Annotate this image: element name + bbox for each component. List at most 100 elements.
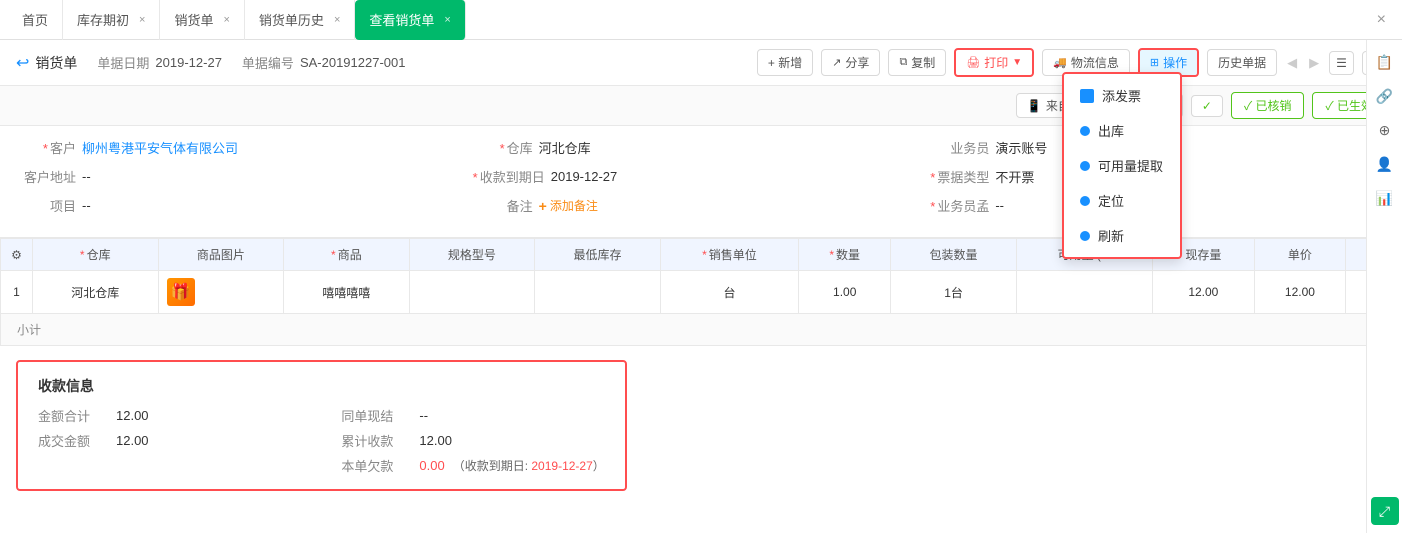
th-quantity: 数量 [799,239,891,271]
sidebar-icon-5[interactable]: 📊 [1371,184,1399,212]
cell-sales-unit: 台 [660,271,798,314]
add-button[interactable]: + 新增 [757,49,813,76]
action-row: 📱 来自手机 未开票 ✓ ✓ 已核销 ✓ 已生效 [0,86,1402,126]
cumulative-label: 累计收款 [341,431,411,450]
dropdown-outbound[interactable]: 出库 [1064,113,1180,148]
project-value: -- [82,198,91,213]
staff-label: 业务员 [929,138,989,157]
close-inventory-tab[interactable]: × [139,14,145,26]
payment-date-value: 2019-12-27 [551,169,618,184]
th-settings[interactable]: ⚙ [1,239,33,271]
add-note-button[interactable]: + 添加备注 [539,197,598,214]
sidebar-icon-expand[interactable]: ⤢ [1371,497,1399,525]
sidebar-icon-1[interactable]: 📋 [1371,48,1399,76]
copy-button[interactable]: ⧉ 复制 [888,49,946,76]
cell-quantity: 1.00 [799,271,891,314]
doc-type-label: 销货单 [35,53,77,73]
doc-title: ↩ 销货单 [16,53,77,73]
address-field: 客户地址 -- [16,167,473,186]
cumulative-value: 12.00 [419,433,452,448]
subtotal-row: 小计 [1,314,1402,346]
list-view-button[interactable]: ☰ [1329,51,1354,75]
doc-date-field: 单据日期 2019-12-27 [97,53,222,72]
history-button[interactable]: 历史单据 [1207,49,1277,76]
cell-current-stock: 12.00 [1152,271,1254,314]
cell-spec [409,271,535,314]
operations-dropdown: 添发票 出库 可用量提取 定位 刷新 [1062,72,1182,259]
ticket-type-label: 票据类型 [929,167,989,186]
tab-sales-history[interactable]: 销货单历史 × [245,0,355,40]
payment-date-label: 收款到期日 [473,167,545,186]
cell-available [1016,271,1152,314]
doc-date-value: 2019-12-27 [155,55,222,70]
quantity-icon [1080,161,1090,171]
sidebar-icon-3[interactable]: ⊕ [1371,116,1399,144]
main-content: ↩ 销货单 单据日期 2019-12-27 单据编号 SA-20191227-0… [0,40,1402,533]
tab-bar: 首页 库存期初 × 销货单 × 销货单历史 × 查看销货单 × × [0,0,1402,40]
payment-title: 收款信息 [38,376,605,396]
address-value: -- [82,169,91,184]
staff-value: 演示账号 [995,138,1047,157]
cell-unit-price: 12.00 [1255,271,1346,314]
th-unit-price: 单价 [1255,239,1346,271]
payment-box: 收款信息 金额合计 12.00 同单现结 -- 成交金额 12.00 累计收款 … [16,360,627,491]
cell-product-img: 🎁 [158,271,284,314]
window-close-button[interactable]: × [1369,7,1394,33]
ticket-type-value: 不开票 [995,167,1034,186]
cell-min-stock [535,271,661,314]
th-min-stock: 最低库存 [535,239,661,271]
add-invoice-icon [1080,89,1094,103]
print-button[interactable]: 🖨 打印 ▼ [954,48,1034,77]
close-history-tab[interactable]: × [334,14,340,26]
doc-header: ↩ 销货单 单据日期 2019-12-27 单据编号 SA-20191227-0… [0,40,1402,86]
customer-value[interactable]: 柳州粤港平安气体有限公司 [82,138,238,157]
th-warehouse: 仓库 [33,239,159,271]
same-settlement-value: -- [419,408,428,423]
th-spec: 规格型号 [409,239,535,271]
th-product-img: 商品图片 [158,239,284,271]
warehouse-value: 河北仓库 [539,138,591,157]
dropdown-add-invoice[interactable]: 添发票 [1064,78,1180,113]
project-field: 项目 -- [16,196,473,215]
refresh-icon [1080,231,1090,241]
warehouse-label: 仓库 [473,138,533,157]
close-view-sales-tab[interactable]: × [444,14,450,26]
due-date: 2019-12-27 [531,459,592,473]
dropdown-quantity-extract[interactable]: 可用量提取 [1064,148,1180,183]
same-settlement-label: 同单现结 [341,406,411,425]
cumulative-row: 累计收款 12.00 [341,431,604,450]
total-label: 金额合计 [38,406,108,425]
th-sales-unit: 销售单位 [660,239,798,271]
subtotal-label: 小计 [1,314,1402,346]
tab-home[interactable]: 首页 [8,0,63,40]
tab-view-sales[interactable]: 查看销货单 × [355,0,465,40]
table-row: 1 河北仓库 🎁 嘻嘻嘻嘻 台 1.00 1台 12.00 12.00 0. [1,271,1402,314]
doc-type-icon: ↩ [16,53,29,73]
close-sales-tab[interactable]: × [223,14,229,26]
outbound-icon [1080,126,1090,136]
cell-pack-qty: 1台 [891,271,1017,314]
right-sidebar: 📋 🔗 ⊕ 👤 📊 ⤢ [1366,40,1402,533]
sidebar-icon-2[interactable]: 🔗 [1371,82,1399,110]
phone-icon: 📱 [1027,99,1042,113]
dropdown-refresh[interactable]: 刷新 [1064,218,1180,253]
tab-inventory-init[interactable]: 库存期初 × [63,0,160,40]
warehouse-field: 仓库 河北仓库 [473,138,930,157]
note-label: 备注 [473,196,533,215]
share-button[interactable]: ↗ 分享 [821,49,880,76]
tab-sales-order[interactable]: 销货单 × [160,0,244,40]
cell-no: 1 [1,271,33,314]
note-field: 备注 + 添加备注 [473,196,930,215]
owe-label: 本单欠款 [341,456,411,475]
cancelled-button[interactable]: ✓ 已核销 [1231,92,1305,119]
check-button[interactable]: ✓ [1191,95,1223,117]
cell-product: 嘻嘻嘻嘻 [284,271,410,314]
doc-number-value: SA-20191227-001 [300,55,406,70]
form-area: 客户 柳州粤港平安气体有限公司 仓库 河北仓库 业务员 演示账号 客户地址 --… [0,126,1402,238]
owe-note: （收款到期日: 2019-12-27） [453,457,605,474]
same-settlement-row: 同单现结 -- [341,406,604,425]
sidebar-icon-4[interactable]: 👤 [1371,150,1399,178]
dropdown-locate[interactable]: 定位 [1064,183,1180,218]
total-value: 12.00 [116,408,149,423]
payment-grid: 金额合计 12.00 同单现结 -- 成交金额 12.00 累计收款 12.00 [38,406,605,475]
